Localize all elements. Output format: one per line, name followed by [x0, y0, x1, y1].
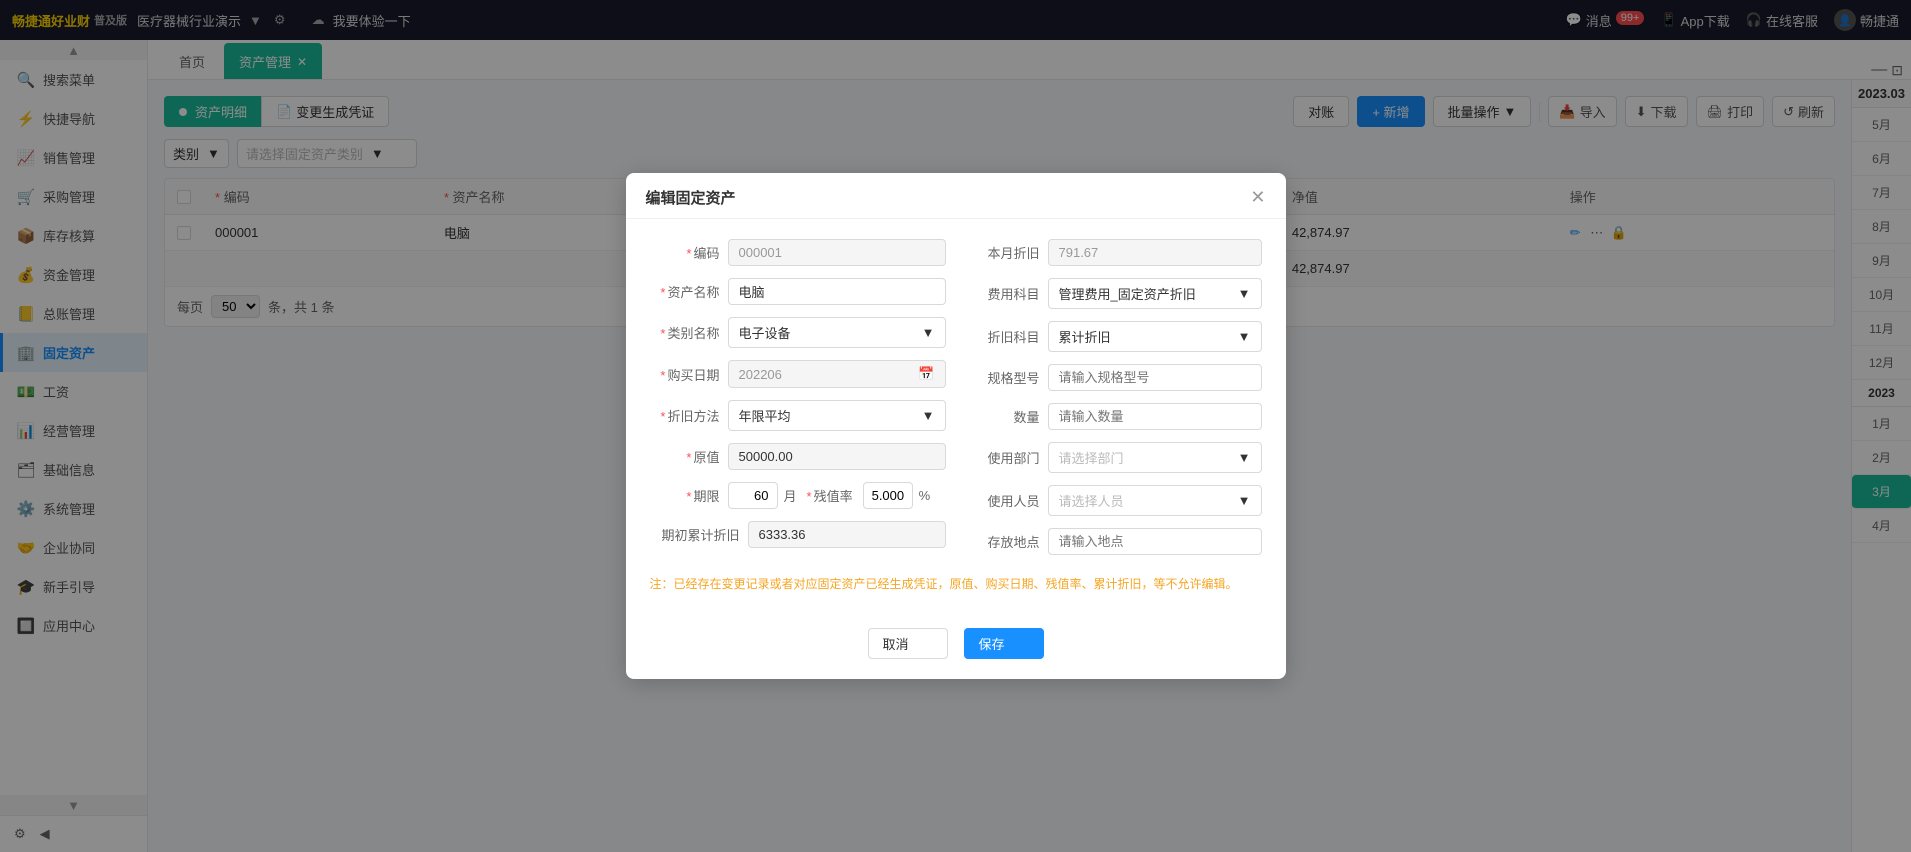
residual-unit: %: [919, 488, 931, 503]
depreciation-dropdown-icon: ▼: [922, 408, 935, 423]
field-location: 存放地点: [970, 528, 1262, 555]
field-spec: 规格型号: [970, 364, 1262, 391]
depreciation-account-dropdown-icon: ▼: [1238, 329, 1251, 344]
field-depreciation-account: 折旧科目 累计折旧 ▼: [970, 321, 1262, 352]
form-col-left: *编码 *资产名称 *类别名称 电子设备 ▼: [650, 239, 946, 567]
cancel-btn[interactable]: 取消: [868, 628, 948, 659]
field-department: 使用部门 请选择部门 ▼: [970, 442, 1262, 473]
category-select[interactable]: 电子设备 ▼: [728, 317, 946, 348]
save-btn[interactable]: 保存: [964, 628, 1044, 659]
monthly-depreciation-input: [1048, 239, 1262, 266]
calendar-icon[interactable]: 📅: [918, 366, 934, 382]
modal-note: 注：已经存在变更记录或者对应固定资产已经生成凭证，原值、购买日期、残值率、累计折…: [650, 567, 1262, 594]
spec-input[interactable]: [1048, 364, 1262, 391]
edit-asset-modal: 编辑固定资产 ✕ *编码 *资产名称: [626, 173, 1286, 679]
modal-close-btn[interactable]: ✕: [1250, 187, 1265, 208]
depreciation-method-select[interactable]: 年限平均 ▼: [728, 400, 946, 431]
field-monthly-depreciation: 本月折旧: [970, 239, 1262, 266]
field-asset-name: *资产名称: [650, 278, 946, 305]
field-depreciation-method: *折旧方法 年限平均 ▼: [650, 400, 946, 431]
modal-footer: 取消 保存: [626, 614, 1286, 679]
category-dropdown-icon: ▼: [922, 325, 935, 340]
modal-overlay: 编辑固定资产 ✕ *编码 *资产名称: [0, 0, 1911, 852]
original-value-input[interactable]: [728, 443, 946, 470]
department-dropdown-icon: ▼: [1238, 450, 1251, 465]
initial-accumulated-input[interactable]: [748, 521, 946, 548]
field-quantity: 数量: [970, 403, 1262, 430]
person-select[interactable]: 请选择人员 ▼: [1048, 485, 1262, 516]
asset-name-input[interactable]: [728, 278, 946, 305]
department-select[interactable]: 请选择部门 ▼: [1048, 442, 1262, 473]
field-original-value: *原值: [650, 443, 946, 470]
field-person: 使用人员 请选择人员 ▼: [970, 485, 1262, 516]
form-col-right: 本月折旧 费用科目 管理费用_固定资产折旧 ▼ 折旧科目: [970, 239, 1262, 567]
period-input[interactable]: [728, 482, 778, 509]
field-purchase-date: *购买日期 202206 📅: [650, 360, 946, 388]
modal-form: *编码 *资产名称 *类别名称 电子设备 ▼: [650, 239, 1262, 567]
expense-account-dropdown-icon: ▼: [1238, 286, 1251, 301]
quantity-input[interactable]: [1048, 403, 1262, 430]
period-unit: 月: [784, 486, 797, 505]
modal-body: *编码 *资产名称 *类别名称 电子设备 ▼: [626, 219, 1286, 614]
location-input[interactable]: [1048, 528, 1262, 555]
code-input[interactable]: [728, 239, 946, 266]
expense-account-select[interactable]: 管理费用_固定资产折旧 ▼: [1048, 278, 1262, 309]
field-expense-account: 费用科目 管理费用_固定资产折旧 ▼: [970, 278, 1262, 309]
modal-title: 编辑固定资产: [646, 187, 736, 208]
residual-rate-input[interactable]: [863, 482, 913, 509]
field-code: *编码: [650, 239, 946, 266]
field-initial-accumulated: 期初累计折旧: [650, 521, 946, 548]
field-period-residual: *期限 月 *残值率 %: [650, 482, 946, 509]
person-dropdown-icon: ▼: [1238, 493, 1251, 508]
depreciation-account-select[interactable]: 累计折旧 ▼: [1048, 321, 1262, 352]
field-category: *类别名称 电子设备 ▼: [650, 317, 946, 348]
purchase-date-value: 202206: [739, 367, 782, 382]
modal-header: 编辑固定资产 ✕: [626, 173, 1286, 219]
